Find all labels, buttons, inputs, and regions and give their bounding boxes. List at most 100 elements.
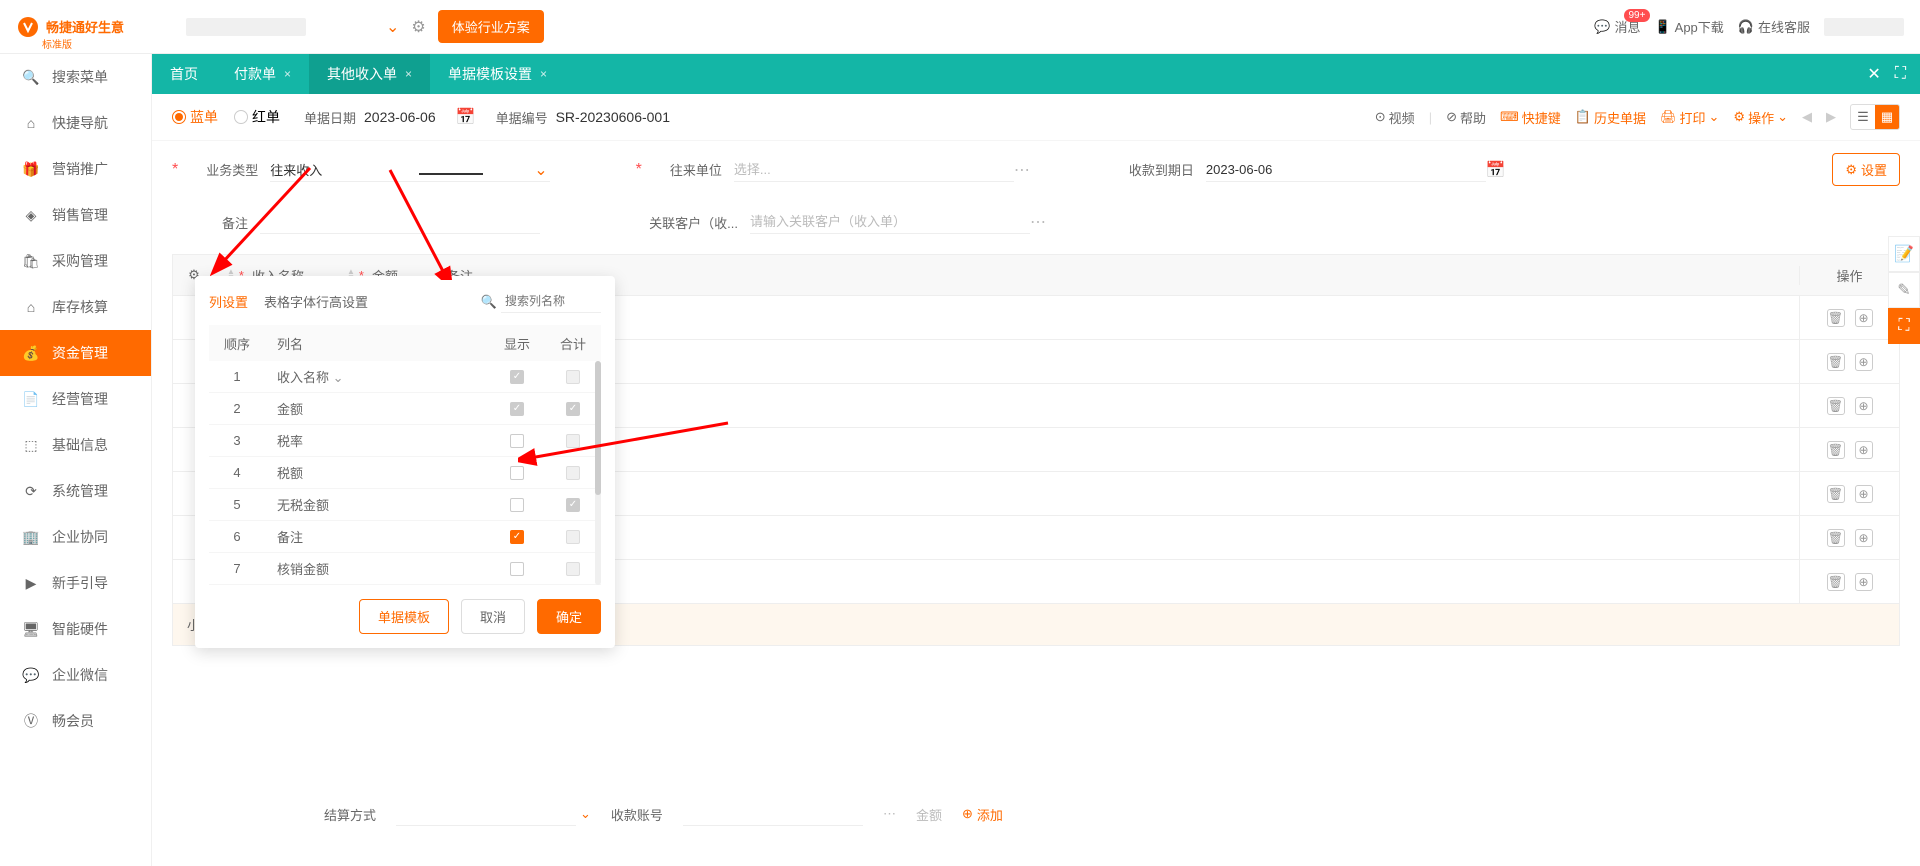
- user-area[interactable]: [1824, 18, 1904, 36]
- float-note-icon[interactable]: 📝: [1888, 236, 1920, 272]
- sidebar-item-bag[interactable]: 🛍采购管理: [0, 238, 151, 284]
- template-button[interactable]: 单据模板: [359, 599, 449, 634]
- nav-next-icon[interactable]: ▶: [1826, 109, 1836, 125]
- sidebar-item-play[interactable]: ▶新手引导: [0, 560, 151, 606]
- sidebar-item-building[interactable]: 🏢企业协同: [0, 514, 151, 560]
- cancel-button[interactable]: 取消: [461, 599, 525, 634]
- amount-label: 金额: [916, 805, 942, 824]
- pop-head-sum: 合计: [545, 334, 601, 353]
- settle-method-input[interactable]: [396, 802, 576, 826]
- pop-head-display: 显示: [489, 334, 545, 353]
- delete-icon[interactable]: 🗑: [1827, 441, 1845, 459]
- fullscreen-icon[interactable]: ⛶: [1895, 65, 1906, 83]
- more-icon[interactable]: ⋯: [1014, 160, 1030, 180]
- close-icon[interactable]: ×: [540, 67, 547, 81]
- view-list-icon[interactable]: ☰: [1851, 105, 1875, 129]
- close-icon[interactable]: ×: [284, 67, 291, 81]
- tab-close-icon[interactable]: ✕: [1867, 64, 1880, 84]
- tab[interactable]: 付款单×: [216, 54, 309, 94]
- pop-head-order: 顺序: [209, 334, 265, 353]
- delete-icon[interactable]: 🗑: [1827, 485, 1845, 503]
- sidebar-item-house[interactable]: ⌂库存核算: [0, 284, 151, 330]
- duedate-input[interactable]: [1206, 158, 1486, 182]
- company-selector[interactable]: ⌄: [186, 17, 399, 37]
- sidebar-item-doc[interactable]: 📄经营管理: [0, 376, 151, 422]
- sum-checkbox: [566, 562, 580, 576]
- sidebar-item-search[interactable]: 🔍搜索菜单: [0, 54, 151, 100]
- copy-icon[interactable]: ⊕: [1855, 573, 1873, 591]
- more-icon[interactable]: ⋯: [1030, 212, 1046, 232]
- calendar-icon[interactable]: 📅: [1486, 160, 1506, 180]
- copy-icon[interactable]: ⊕: [1855, 397, 1873, 415]
- sum-checkbox: [566, 530, 580, 544]
- app-download-link[interactable]: 📱 App下载: [1654, 17, 1723, 36]
- copy-icon[interactable]: ⊕: [1855, 353, 1873, 371]
- search-icon: 🔍: [481, 294, 497, 310]
- delete-icon[interactable]: 🗑: [1827, 573, 1845, 591]
- sidebar-item-home[interactable]: ⌂快捷导航: [0, 100, 151, 146]
- video-link[interactable]: ⊙视频: [1375, 108, 1415, 127]
- sidebar-item-monitor[interactable]: 🖥智能硬件: [0, 606, 151, 652]
- history-link[interactable]: 📋历史单据: [1575, 108, 1646, 127]
- tab[interactable]: 其他收入单×: [309, 54, 430, 94]
- actions-dropdown[interactable]: ⚙操作⌄: [1733, 108, 1788, 127]
- close-icon[interactable]: ×: [405, 67, 412, 81]
- headset-icon: 🎧: [1738, 19, 1754, 35]
- radio-red[interactable]: 红单: [234, 107, 280, 127]
- popover-tab-font[interactable]: 表格字体行高设置: [264, 292, 368, 311]
- display-checkbox[interactable]: [510, 530, 524, 544]
- trial-button[interactable]: 体验行业方案: [438, 10, 544, 43]
- column-search-input[interactable]: [501, 290, 601, 313]
- form-header: 蓝单 红单 单据日期 2023-06-06 📅 单据编号 SR-20230606…: [152, 94, 1920, 141]
- help-link[interactable]: ⊘帮助: [1446, 108, 1486, 127]
- logo: 畅捷通好生意 标准版: [16, 15, 156, 39]
- tab[interactable]: 单据模板设置×: [430, 54, 565, 94]
- chevron-down-icon[interactable]: ⌄: [534, 160, 547, 180]
- sidebar-item-diamond[interactable]: ◈销售管理: [0, 192, 151, 238]
- confirm-button[interactable]: 确定: [537, 599, 601, 634]
- more-icon[interactable]: ⋯: [883, 806, 896, 822]
- delete-icon[interactable]: 🗑: [1827, 353, 1845, 371]
- sidebar-item-wechat[interactable]: 💬企业微信: [0, 652, 151, 698]
- float-expand-icon[interactable]: ⛶: [1888, 308, 1920, 344]
- view-grid-icon[interactable]: ▦: [1875, 105, 1899, 129]
- settings-button[interactable]: ⚙ 设置: [1832, 153, 1900, 186]
- chevron-down-icon: ⌄: [1777, 109, 1788, 125]
- column-config-row: 5 无税金额: [209, 489, 601, 521]
- shortcut-link[interactable]: ⌨快捷键: [1500, 108, 1561, 127]
- sidebar-item-vip[interactable]: Ⓥ畅会员: [0, 698, 151, 744]
- copy-icon[interactable]: ⊕: [1855, 441, 1873, 459]
- print-link[interactable]: 🖨打印⌄: [1660, 108, 1719, 127]
- radio-blue[interactable]: 蓝单: [172, 107, 218, 127]
- sidebar-item-money[interactable]: 💰资金管理: [0, 330, 151, 376]
- copy-icon[interactable]: ⊕: [1855, 485, 1873, 503]
- float-edit-icon[interactable]: ✎: [1888, 272, 1920, 308]
- nav-prev-icon[interactable]: ◀: [1802, 109, 1812, 125]
- monitor-icon: 🖥: [22, 620, 40, 638]
- receipt-acct-input[interactable]: [683, 802, 863, 826]
- online-service-link[interactable]: 🎧 在线客服: [1738, 17, 1810, 36]
- sidebar-item-sync[interactable]: ⟳系统管理: [0, 468, 151, 514]
- delete-icon[interactable]: 🗑: [1827, 397, 1845, 415]
- sidebar-item-gift[interactable]: 🎁营销推广: [0, 146, 151, 192]
- delete-icon[interactable]: 🗑: [1827, 309, 1845, 327]
- tab[interactable]: 首页: [152, 54, 216, 94]
- sidebar-item-layers[interactable]: ⬚基础信息: [0, 422, 151, 468]
- copy-icon[interactable]: ⊕: [1855, 309, 1873, 327]
- chevron-down-icon[interactable]: ⌄: [580, 806, 591, 822]
- bag-icon: 🛍: [22, 252, 40, 270]
- date-value[interactable]: 2023-06-06: [364, 109, 436, 125]
- customer-input[interactable]: [750, 210, 1030, 234]
- messages-link[interactable]: 💬 消息 99+: [1594, 17, 1640, 36]
- copy-icon[interactable]: ⊕: [1855, 529, 1873, 547]
- display-checkbox[interactable]: [510, 498, 524, 512]
- add-button[interactable]: ⊕ 添加: [962, 805, 1003, 824]
- delete-icon[interactable]: 🗑: [1827, 529, 1845, 547]
- chevron-down-icon[interactable]: ⌄: [333, 370, 344, 385]
- logo-icon: [16, 15, 40, 39]
- display-checkbox[interactable]: [510, 562, 524, 576]
- settings-gear-icon[interactable]: ⚙: [411, 17, 425, 37]
- party-input[interactable]: [734, 158, 1014, 182]
- popover-tab-columns[interactable]: 列设置: [209, 292, 248, 311]
- calendar-icon[interactable]: 📅: [456, 107, 476, 127]
